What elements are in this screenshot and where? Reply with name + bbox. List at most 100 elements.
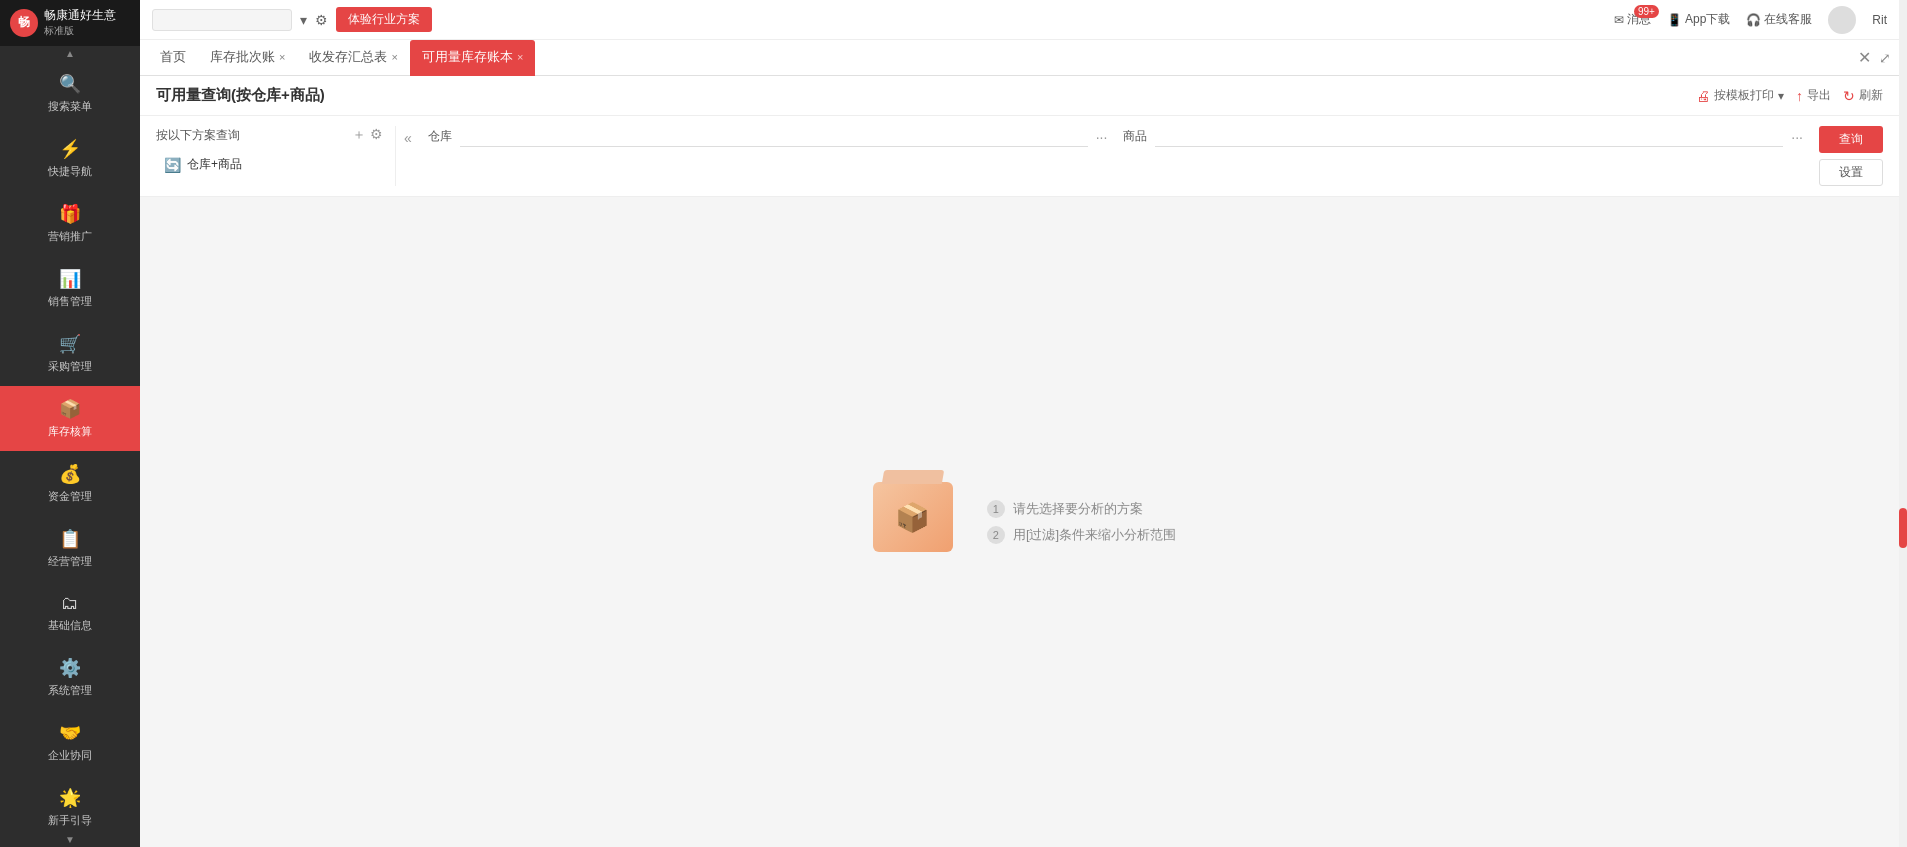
sidebar-item-new-guide[interactable]: 🌟 新手引导 (0, 775, 140, 832)
filter-row-1: 仓库 ··· 商品 ··· (428, 126, 1803, 147)
app-badge: 标准版 (44, 24, 116, 38)
sidebar-item-finance[interactable]: 💰 资金管理 (0, 451, 140, 516)
sidebar-item-shortcut[interactable]: ⚡ 快捷导航 (0, 126, 140, 191)
tab-home-label: 首页 (160, 48, 186, 66)
tip-1-num: 1 (987, 500, 1005, 518)
refresh-button[interactable]: ↻ 刷新 (1843, 87, 1883, 104)
sidebar-scroll-down[interactable]: ▼ (0, 832, 140, 847)
scheme-item-label: 仓库+商品 (187, 156, 242, 173)
topbar-username: Rit (1872, 13, 1887, 27)
topbar: ▾ ⚙ 体验行业方案 ✉ 消息 99+ 📱 App下载 🎧 在线客服 Rit (140, 0, 1899, 40)
topbar-gear-icon[interactable]: ⚙ (315, 12, 328, 28)
topbar-right: ✉ 消息 99+ 📱 App下载 🎧 在线客服 Rit (1614, 6, 1887, 34)
system-nav-icon: ⚙️ (59, 657, 81, 679)
sidebar-item-search[interactable]: 🔍 搜索菜单 (0, 61, 140, 126)
warehouse-filter-label: 仓库 (428, 128, 452, 145)
purchase-nav-icon: 🛒 (59, 333, 81, 355)
empty-box-icon: 📦 (873, 482, 953, 552)
tab-receive-summary[interactable]: 收发存汇总表 × (297, 40, 409, 76)
settings-scheme-button[interactable]: ⚙ (370, 126, 383, 144)
export-label: 导出 (1807, 87, 1831, 104)
tab-batch-ledger-close[interactable]: × (279, 51, 285, 63)
print-label: 按模板打印 (1714, 87, 1774, 104)
warehouse-more-icon[interactable]: ··· (1096, 129, 1108, 145)
sidebar-item-purchase-label: 采购管理 (48, 359, 92, 374)
sidebar-item-operations[interactable]: 📋 经营管理 (0, 516, 140, 581)
topbar-online-service-btn[interactable]: 🎧 在线客服 (1746, 11, 1812, 28)
filter-field-warehouse: 仓库 ··· (428, 126, 1108, 147)
filter-collapse-btn[interactable]: « (396, 126, 412, 186)
sidebar: 畅 畅康通好生意 标准版 ▲ 🔍 搜索菜单 ⚡ 快捷导航 🎁 营销推广 📊 销售… (0, 0, 140, 847)
sidebar-item-inventory[interactable]: 📦 库存核算 (0, 386, 140, 451)
page-title: 可用量查询(按仓库+商品) (156, 86, 325, 105)
sidebar-item-purchase[interactable]: 🛒 采购管理 (0, 321, 140, 386)
tab-batch-ledger[interactable]: 库存批次账 × (198, 40, 297, 76)
empty-tip-2: 2 用[过滤]条件来缩小分析范围 (987, 526, 1176, 544)
tab-home[interactable]: 首页 (148, 40, 198, 76)
app-name: 畅康通好生意 (44, 8, 116, 24)
filter-scheme-actions: ＋ ⚙ (352, 126, 383, 144)
topbar-search-input[interactable] (152, 9, 292, 31)
message-icon: ✉ (1614, 13, 1624, 27)
empty-tip-1: 1 请先选择要分析的方案 (987, 500, 1176, 518)
topbar-message-btn[interactable]: ✉ 消息 99+ (1614, 11, 1651, 28)
empty-illustration: 📦 (863, 472, 963, 572)
scheme-item-warehouse-goods[interactable]: 🔄 仓库+商品 (156, 152, 383, 177)
sidebar-item-basic-info[interactable]: 🗂 基础信息 (0, 581, 140, 645)
box-face-icon: 📦 (895, 501, 930, 534)
tabs-bar: 首页 库存批次账 × 收发存汇总表 × 可用量库存账本 × ✕ ⤢ (140, 40, 1899, 76)
goods-filter-input[interactable] (1155, 126, 1783, 147)
scrollbar-thumb (1899, 508, 1907, 548)
sidebar-item-shortcut-label: 快捷导航 (48, 164, 92, 179)
main-content: ▾ ⚙ 体验行业方案 ✉ 消息 99+ 📱 App下载 🎧 在线客服 Rit 首… (140, 0, 1899, 847)
tab-available-ledger[interactable]: 可用量库存账本 × (410, 40, 535, 76)
message-badge: 99+ (1634, 5, 1659, 18)
goods-filter-label: 商品 (1123, 128, 1147, 145)
shortcut-nav-icon: ⚡ (59, 138, 81, 160)
filter-area: 按以下方案查询 ＋ ⚙ 🔄 仓库+商品 « (140, 116, 1899, 197)
app-download-label: App下载 (1685, 11, 1730, 28)
sidebar-item-search-label: 搜索菜单 (48, 99, 92, 114)
print-template-button[interactable]: 🖨 按模板打印 ▾ (1696, 87, 1784, 104)
print-icon: 🖨 (1696, 88, 1710, 104)
warehouse-filter-input[interactable] (460, 126, 1088, 147)
sidebar-item-enterprise-collab[interactable]: 🤝 企业协同 (0, 710, 140, 775)
empty-tips: 1 请先选择要分析的方案 2 用[过滤]条件来缩小分析范围 (987, 500, 1176, 544)
sidebar-item-operations-label: 经营管理 (48, 554, 92, 569)
sidebar-item-sales[interactable]: 📊 销售管理 (0, 256, 140, 321)
export-icon: ↑ (1796, 88, 1803, 104)
tab-receive-summary-close[interactable]: × (391, 51, 397, 63)
service-icon: 🎧 (1746, 13, 1761, 27)
sidebar-nav: 🔍 搜索菜单 ⚡ 快捷导航 🎁 营销推广 📊 销售管理 🛒 采购管理 📦 库存核… (0, 61, 140, 832)
query-button[interactable]: 查询 (1819, 126, 1883, 153)
tab-batch-ledger-label: 库存批次账 (210, 48, 275, 66)
sidebar-item-enterprise-collab-label: 企业协同 (48, 748, 92, 763)
marketing-nav-icon: 🎁 (59, 203, 81, 225)
export-button[interactable]: ↑ 导出 (1796, 87, 1831, 104)
app-download-icon: 📱 (1667, 13, 1682, 27)
sidebar-item-finance-label: 资金管理 (48, 489, 92, 504)
sidebar-item-marketing-label: 营销推广 (48, 229, 92, 244)
sidebar-item-system-label: 系统管理 (48, 683, 92, 698)
filter-settings-button[interactable]: 设置 (1819, 159, 1883, 186)
empty-state: 📦 1 请先选择要分析的方案 2 用[过滤]条件来缩小分析范围 (140, 197, 1899, 847)
app-logo: 畅 (10, 9, 38, 37)
topbar-app-download-btn[interactable]: 📱 App下载 (1667, 11, 1730, 28)
topbar-dropdown-icon[interactable]: ▾ (300, 12, 307, 28)
sidebar-item-system[interactable]: ⚙️ 系统管理 (0, 645, 140, 710)
tabs-expand-button[interactable]: ⤢ (1879, 50, 1891, 66)
right-scrollbar[interactable] (1899, 0, 1907, 847)
goods-more-icon[interactable]: ··· (1791, 129, 1803, 145)
refresh-icon: ↻ (1843, 88, 1855, 104)
topbar-industry-button[interactable]: 体验行业方案 (336, 7, 432, 32)
tip-1-text: 请先选择要分析的方案 (1013, 500, 1143, 518)
sidebar-scroll-up[interactable]: ▲ (0, 46, 140, 61)
sidebar-item-marketing[interactable]: 🎁 营销推广 (0, 191, 140, 256)
tab-available-ledger-close[interactable]: × (517, 51, 523, 63)
finance-nav-icon: 💰 (59, 463, 81, 485)
filter-field-goods: 商品 ··· (1123, 126, 1803, 147)
tabs-close-all-button[interactable]: ✕ (1858, 48, 1871, 67)
print-dropdown-icon: ▾ (1778, 89, 1784, 103)
filter-schemes-title: 按以下方案查询 (156, 127, 240, 144)
add-scheme-button[interactable]: ＋ (352, 126, 366, 144)
